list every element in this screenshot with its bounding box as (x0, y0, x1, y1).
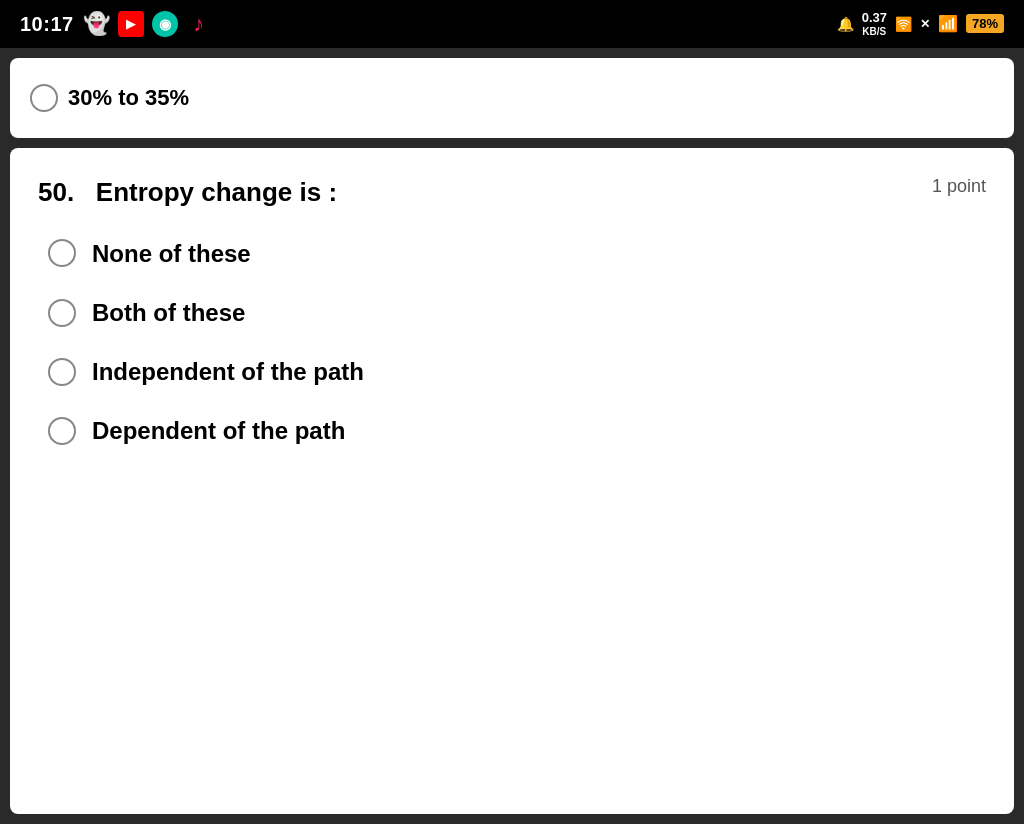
option-both-of-these-label: Both of these (92, 297, 245, 328)
signal-x-icon: ✕ (920, 17, 930, 31)
radio-dependent-of-path[interactable] (48, 417, 76, 445)
question-title: 50. Entropy change is : (38, 176, 337, 210)
question-points: 1 point (932, 176, 986, 197)
question-number: 50. Entropy change is : (38, 177, 337, 207)
option-dependent-of-path[interactable]: Dependent of the path (48, 415, 986, 446)
options-list: None of these Both of these Independent … (48, 238, 986, 447)
main-content: 30% to 35% 50. Entropy change is : 1 poi… (0, 48, 1024, 824)
teal-app-icon: ◉ (152, 11, 178, 37)
radio-independent-of-path[interactable] (48, 358, 76, 386)
status-bar: 10:17 👻 ▶ ◉ ♪ 🔔 0.37 KB/S 🛜 ✕ 📶 78% (0, 0, 1024, 48)
option-dependent-of-path-label: Dependent of the path (92, 415, 345, 446)
radio-none-of-these[interactable] (48, 239, 76, 267)
status-right: 🔔 0.37 KB/S 🛜 ✕ 📶 78% (837, 11, 1004, 36)
previous-question-card: 30% to 35% (10, 58, 1014, 138)
option-independent-of-path-label: Independent of the path (92, 356, 364, 387)
snapchat-icon: 👻 (84, 11, 110, 37)
radio-both-of-these[interactable] (48, 299, 76, 327)
option-both-of-these[interactable]: Both of these (48, 297, 986, 328)
previous-option: 30% to 35% (30, 84, 189, 112)
tiktok-icon: ♪ (186, 11, 212, 37)
youtube-icon: ▶ (118, 11, 144, 37)
status-time: 10:17 (20, 13, 74, 36)
bell-icon: 🔔 (837, 16, 854, 32)
question-card: 50. Entropy change is : 1 point None of … (10, 148, 1014, 814)
app-icons: 👻 ▶ ◉ ♪ (84, 11, 212, 37)
previous-option-text: 30% to 35% (68, 85, 189, 111)
speed-indicator: 0.37 KB/S (862, 11, 887, 36)
wifi-icon: 🛜 (895, 16, 912, 32)
option-independent-of-path[interactable]: Independent of the path (48, 356, 986, 387)
question-header: 50. Entropy change is : 1 point (38, 176, 986, 210)
prev-radio-circle (30, 84, 58, 112)
battery-indicator: 78% (966, 14, 1004, 33)
status-left: 10:17 👻 ▶ ◉ ♪ (20, 11, 212, 37)
option-none-of-these-label: None of these (92, 238, 251, 269)
option-none-of-these[interactable]: None of these (48, 238, 986, 269)
signal-bars-icon: 📶 (938, 14, 958, 33)
